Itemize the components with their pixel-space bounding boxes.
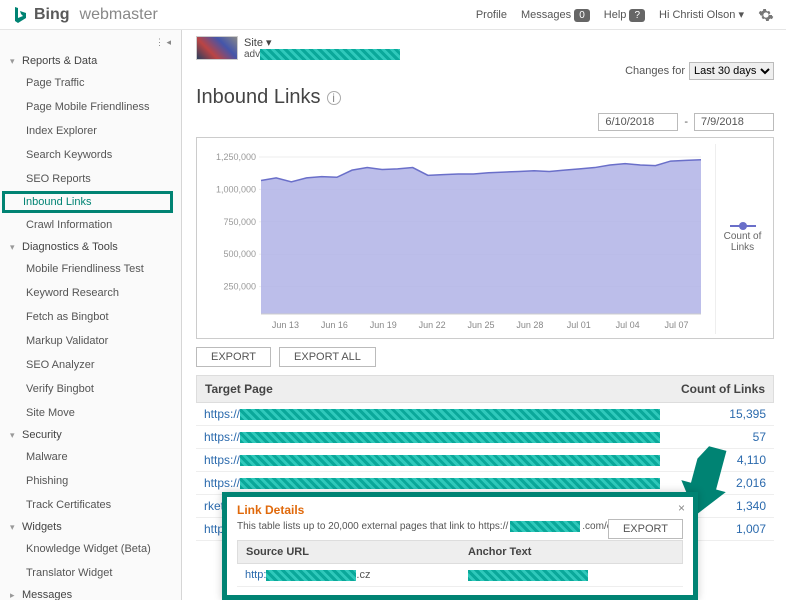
export-all-button[interactable]: EXPORT ALL — [279, 347, 376, 367]
legend-marker — [730, 225, 756, 227]
date-to[interactable]: 7/9/2018 — [694, 113, 774, 131]
svg-text:500,000: 500,000 — [223, 249, 256, 259]
sidebar-item-translator-widget[interactable]: Translator Widget — [0, 561, 181, 585]
svg-text:Jun 13: Jun 13 — [272, 320, 299, 330]
close-icon[interactable]: × — [678, 501, 685, 515]
collapse-icon[interactable]: ⋮ ◂ — [155, 37, 171, 48]
export-button[interactable]: EXPORT — [196, 347, 271, 367]
nav-profile[interactable]: Profile — [476, 9, 507, 21]
popup-table-header: Source URL Anchor Text — [237, 540, 683, 564]
svg-text:Jun 16: Jun 16 — [321, 320, 348, 330]
sidebar-item-fetch-bingbot[interactable]: Fetch as Bingbot — [0, 305, 181, 329]
greeting[interactable]: Hi Christi Olson ▾ — [659, 8, 744, 21]
sidebar-item-markup-validator[interactable]: Markup Validator — [0, 329, 181, 353]
svg-text:1,000,000: 1,000,000 — [216, 185, 256, 195]
sidebar-reports-data[interactable]: ▾Reports & Data — [0, 51, 181, 71]
svg-text:750,000: 750,000 — [223, 217, 256, 227]
sidebar-security[interactable]: ▾Security — [0, 425, 181, 445]
sidebar-item-phishing[interactable]: Phishing — [0, 469, 181, 493]
sidebar-messages[interactable]: ▸Messages — [0, 585, 181, 600]
svg-text:Jun 19: Jun 19 — [370, 320, 397, 330]
date-from[interactable]: 6/10/2018 — [598, 113, 678, 131]
gear-icon[interactable] — [758, 7, 774, 23]
sidebar-item-site-move[interactable]: Site Move — [0, 401, 181, 425]
table-row[interactable]: https://4,110 — [196, 449, 774, 472]
chart-svg: 1,250,000 1,000,000 750,000 500,000 250,000 J… — [201, 144, 711, 334]
sidebar-item-page-mobile[interactable]: Page Mobile Friendliness — [0, 95, 181, 119]
site-thumbnail — [196, 36, 238, 60]
table-header: Target Page Count of Links — [196, 375, 774, 403]
messages-badge: 0 — [574, 9, 590, 22]
svg-text:Jul 04: Jul 04 — [616, 320, 640, 330]
sidebar-diagnostics[interactable]: ▾Diagnostics & Tools — [0, 237, 181, 257]
svg-text:250,000: 250,000 — [223, 282, 256, 292]
table-row[interactable]: https://15,395 — [196, 403, 774, 426]
sidebar-item-inbound-links[interactable]: Inbound Links — [2, 191, 173, 213]
sidebar-item-keyword-research[interactable]: Keyword Research — [0, 281, 181, 305]
brand-webmaster: webmaster — [80, 6, 158, 24]
changes-label: Changes for — [625, 65, 685, 77]
sidebar-item-verify-bingbot[interactable]: Verify Bingbot — [0, 377, 181, 401]
svg-text:Jun 28: Jun 28 — [516, 320, 543, 330]
sidebar-item-crawl-info[interactable]: Crawl Information — [0, 213, 181, 237]
info-icon[interactable]: i — [327, 91, 341, 105]
sidebar-item-malware[interactable]: Malware — [0, 445, 181, 469]
site-picker[interactable]: Site ▾ — [244, 36, 400, 49]
svg-text:Jul 07: Jul 07 — [665, 320, 689, 330]
redacted-site — [260, 49, 400, 60]
sidebar-item-page-traffic[interactable]: Page Traffic — [0, 71, 181, 95]
help-badge: ? — [629, 9, 645, 22]
svg-text:1,250,000: 1,250,000 — [216, 152, 256, 162]
link-details-popup: × Link Details This table lists up to 20… — [222, 492, 698, 600]
sidebar-item-seo-analyzer[interactable]: SEO Analyzer — [0, 353, 181, 377]
nav-help[interactable]: Help ? — [604, 9, 645, 21]
chart: 1,250,000 1,000,000 750,000 500,000 250,000 J… — [196, 137, 774, 339]
sidebar-item-track-certs[interactable]: Track Certificates — [0, 493, 181, 517]
table-row[interactable]: https://57 — [196, 426, 774, 449]
brand-bing: Bing — [34, 6, 70, 24]
sidebar-item-mobile-test[interactable]: Mobile Friendliness Test — [0, 257, 181, 281]
popup-export-button[interactable]: EXPORT — [608, 519, 683, 539]
nav-messages[interactable]: Messages 0 — [521, 9, 590, 21]
popup-title: Link Details — [237, 503, 683, 517]
changes-select[interactable]: Last 30 days — [689, 62, 774, 80]
sidebar-item-knowledge-widget[interactable]: Knowledge Widget (Beta) — [0, 537, 181, 561]
popup-table-row[interactable]: http:.cz — [237, 564, 683, 587]
sidebar-item-index-explorer[interactable]: Index Explorer — [0, 119, 181, 143]
page-title: Inbound Links i — [196, 86, 774, 109]
chart-legend: Count of Links — [715, 144, 765, 334]
sidebar-widgets[interactable]: ▾Widgets — [0, 517, 181, 537]
svg-text:Jul 01: Jul 01 — [567, 320, 591, 330]
sidebar-item-seo-reports[interactable]: SEO Reports — [0, 167, 181, 191]
sidebar: ⋮ ◂ ▾Reports & Data Page Traffic Page Mo… — [0, 30, 182, 600]
svg-text:Jun 22: Jun 22 — [419, 320, 446, 330]
sidebar-item-search-keywords[interactable]: Search Keywords — [0, 143, 181, 167]
bing-icon — [12, 6, 28, 24]
logo[interactable]: Bing webmaster — [12, 6, 158, 24]
svg-text:Jun 25: Jun 25 — [467, 320, 494, 330]
